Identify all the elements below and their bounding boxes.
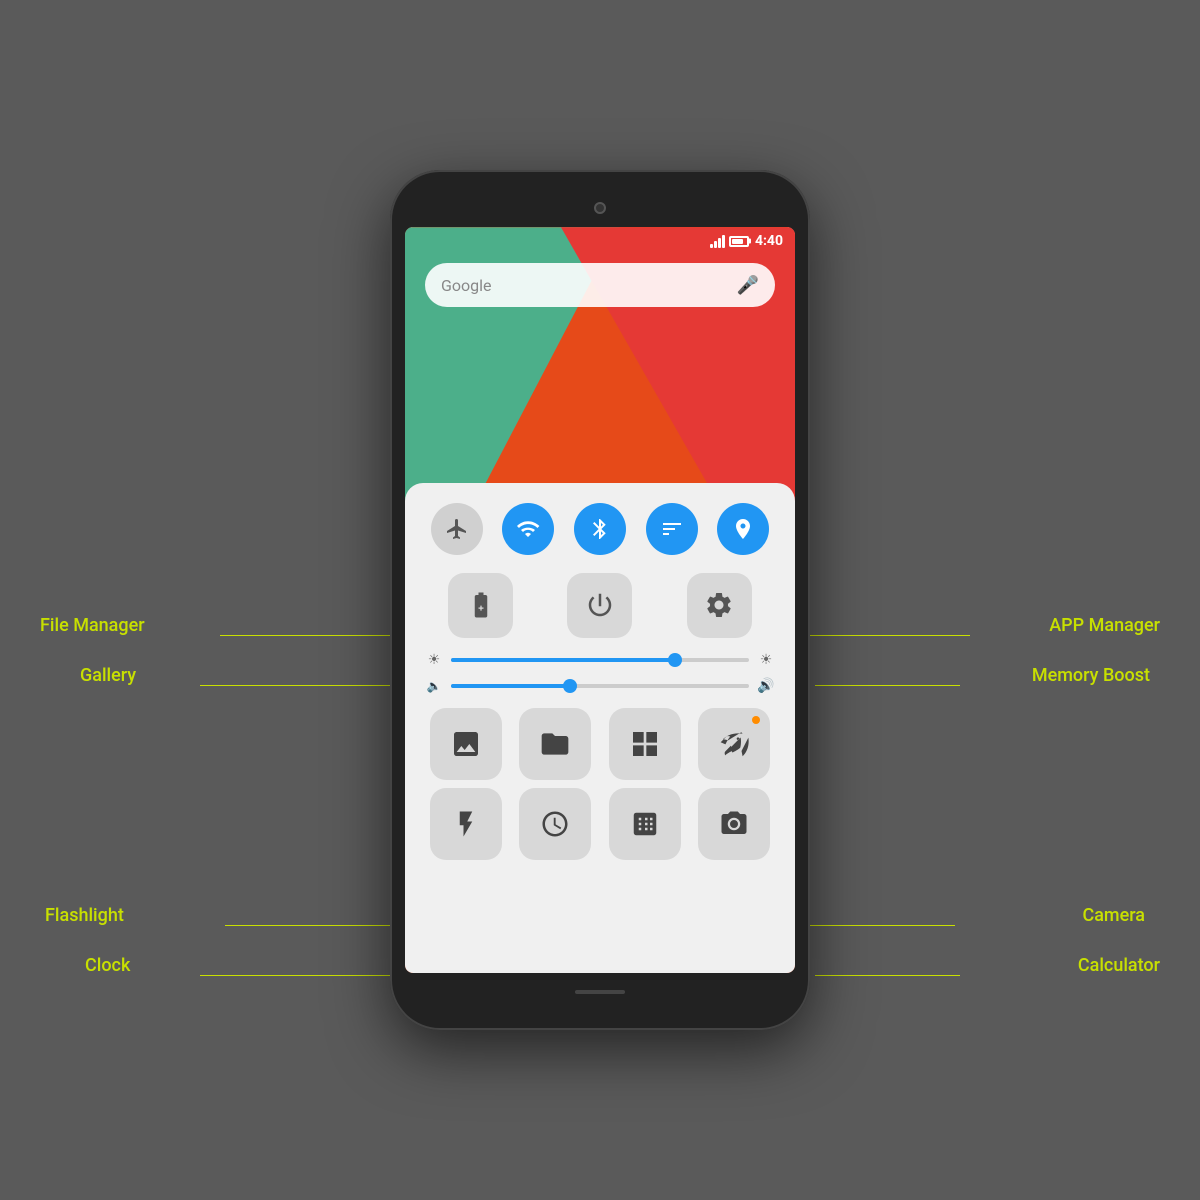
- phone-shell: 4:40 Google 🎤: [390, 170, 810, 1030]
- annotation-clock: Clock: [85, 955, 130, 976]
- phone-bottom: [404, 973, 796, 1012]
- status-bar: 4:40: [405, 227, 795, 255]
- calculator-icon: [630, 809, 660, 839]
- toggle-location[interactable]: [717, 503, 769, 555]
- annotation-memory-boost: Memory Boost: [1032, 665, 1150, 686]
- app-memory-boost[interactable]: [698, 708, 770, 780]
- app-flashlight[interactable]: [430, 788, 502, 860]
- annotation-file-manager: File Manager: [40, 615, 145, 636]
- brightness-slider-row: ☀ ☀: [421, 652, 779, 668]
- battery-action-icon: [466, 590, 496, 620]
- annotation-app-manager: APP Manager: [1049, 615, 1160, 636]
- action-power[interactable]: [567, 573, 632, 638]
- flashlight-icon: [451, 809, 481, 839]
- toggle-wifi[interactable]: [502, 503, 554, 555]
- action-settings[interactable]: [687, 573, 752, 638]
- app-calculator[interactable]: [609, 788, 681, 860]
- battery-icon: [729, 236, 749, 247]
- volume-slider-row: 🔈 🔊: [421, 678, 779, 694]
- bluetooth-icon: [588, 517, 612, 541]
- signal-icon: [710, 234, 725, 248]
- status-time: 4:40: [755, 233, 783, 249]
- toggle-data[interactable]: [646, 503, 698, 555]
- rocket-icon: [718, 728, 750, 760]
- airplane-icon: [445, 517, 469, 541]
- search-text: Google: [441, 276, 492, 295]
- toggle-bluetooth[interactable]: [574, 503, 626, 555]
- phone-screen: 4:40 Google 🎤: [405, 227, 795, 973]
- app-row-2: [421, 788, 779, 860]
- settings-gear-icon: [704, 590, 734, 620]
- app-clock[interactable]: [519, 788, 591, 860]
- power-icon: [585, 590, 615, 620]
- volume-track[interactable]: [451, 684, 749, 688]
- search-bar[interactable]: Google 🎤: [425, 263, 775, 307]
- location-icon: [731, 517, 755, 541]
- phone-camera: [594, 202, 606, 214]
- toggle-airplane[interactable]: [431, 503, 483, 555]
- brightness-high-icon: ☀: [757, 652, 775, 668]
- action-battery[interactable]: [448, 573, 513, 638]
- app-file-manager[interactable]: [519, 708, 591, 780]
- app-camera[interactable]: [698, 788, 770, 860]
- annotation-flashlight: Flashlight: [45, 905, 124, 926]
- camera-icon: [719, 809, 749, 839]
- brightness-low-icon: ☀: [425, 652, 443, 668]
- quick-settings-panel: ☀ ☀ 🔈 🔊: [405, 483, 795, 973]
- annotation-calculator: Calculator: [1078, 955, 1160, 976]
- mic-icon[interactable]: 🎤: [737, 275, 759, 296]
- grid-icon: [629, 728, 661, 760]
- toggle-row: [421, 503, 779, 555]
- volume-low-icon: 🔈: [425, 679, 443, 693]
- action-row: [421, 573, 779, 638]
- wifi-icon: [516, 517, 540, 541]
- app-app-manager[interactable]: [609, 708, 681, 780]
- app-row-1: [421, 708, 779, 780]
- brightness-track[interactable]: [451, 658, 749, 662]
- folder-icon: [539, 728, 571, 760]
- phone-top-bar: [404, 188, 796, 227]
- clock-icon: [540, 809, 570, 839]
- app-gallery[interactable]: [430, 708, 502, 780]
- gallery-icon: [450, 728, 482, 760]
- volume-high-icon: 🔊: [757, 678, 775, 694]
- annotation-camera: Camera: [1082, 905, 1145, 926]
- annotation-gallery: Gallery: [80, 665, 136, 686]
- data-icon: [660, 517, 684, 541]
